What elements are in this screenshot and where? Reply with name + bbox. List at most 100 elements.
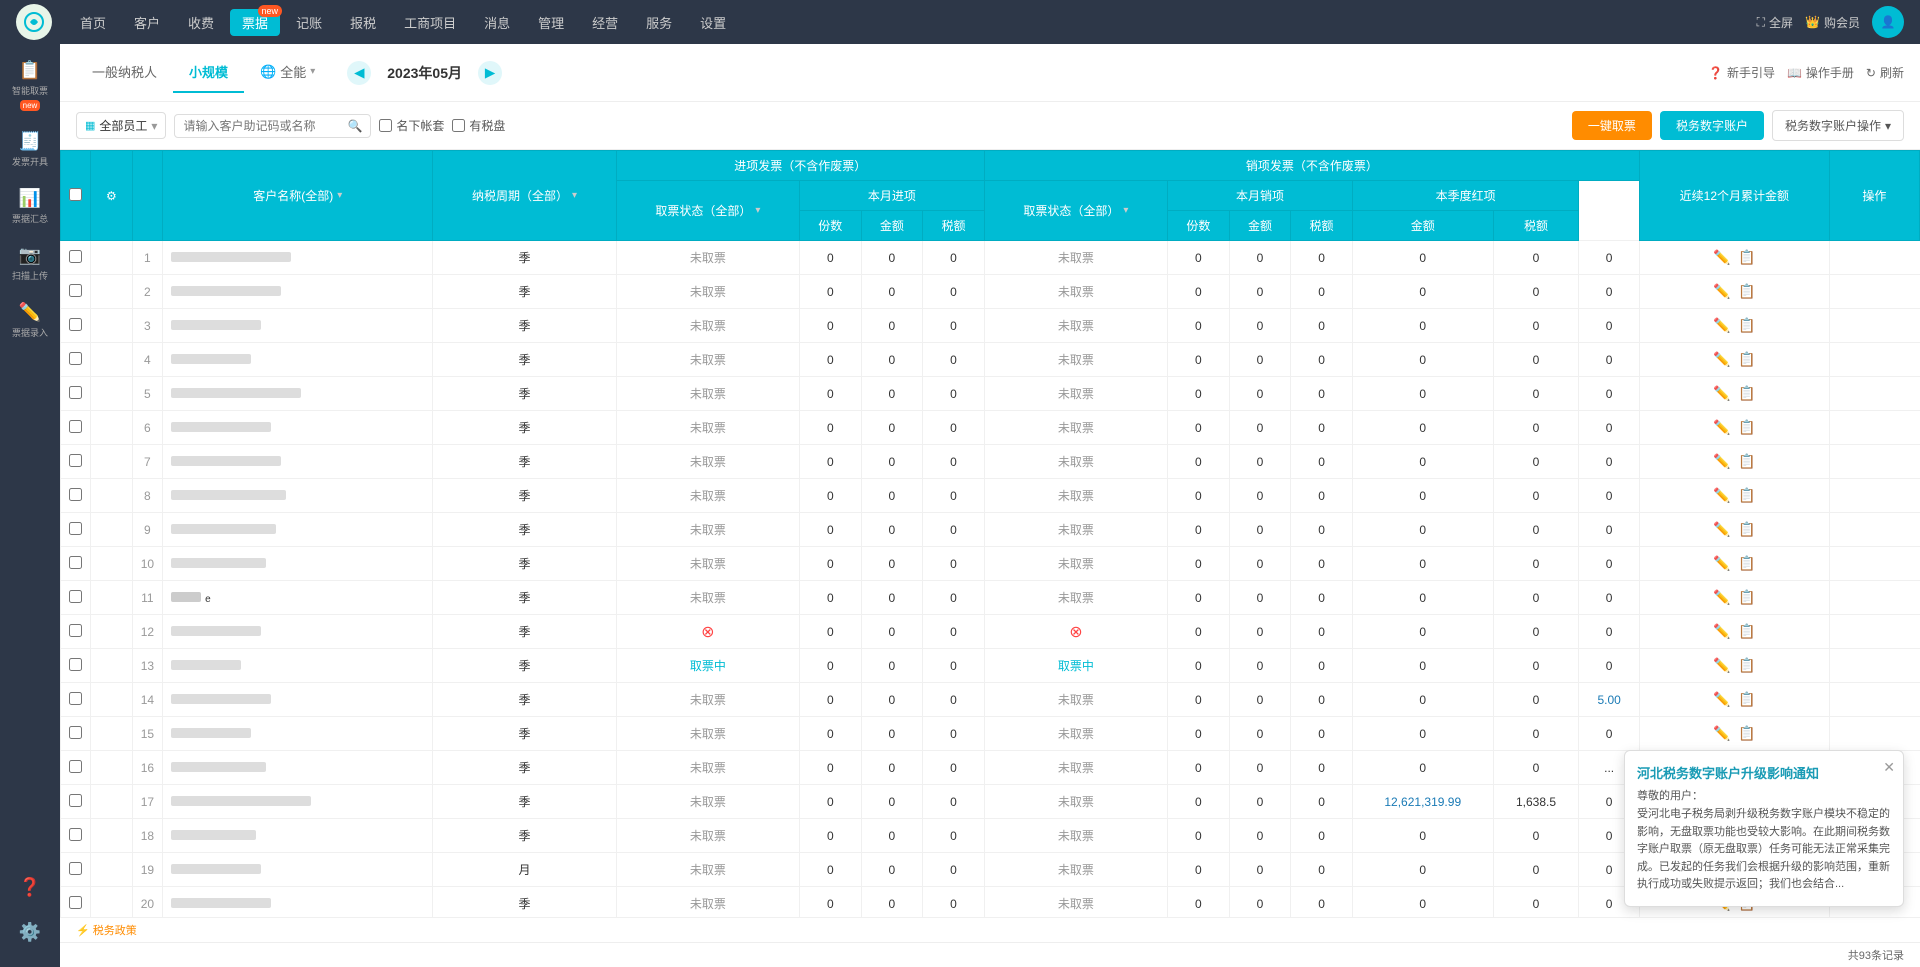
row-select[interactable]	[69, 760, 82, 773]
select-all-checkbox[interactable]	[69, 188, 82, 201]
nav-accounting[interactable]: 记账	[284, 9, 334, 36]
row-select[interactable]	[69, 522, 82, 535]
nav-client[interactable]: 客户	[122, 9, 172, 36]
row-copy-btn[interactable]: 📋	[1736, 383, 1757, 404]
row-customer-name[interactable]	[163, 343, 433, 377]
row-select[interactable]	[69, 896, 82, 909]
sidebar-item-smart-invoice[interactable]: 📋 智能取票 new	[2, 52, 58, 119]
tab-general-taxpayer[interactable]: 一般纳税人	[76, 52, 173, 93]
row-customer-name[interactable]	[163, 513, 433, 547]
row-edit-btn[interactable]: ✏️	[1711, 383, 1732, 404]
row-edit-btn[interactable]: ✏️	[1711, 281, 1732, 302]
row-copy-btn[interactable]: 📋	[1736, 689, 1757, 710]
filter-customer-icon[interactable]: ▾	[337, 190, 342, 201]
digital-account-btn[interactable]: 税务数字账户	[1660, 111, 1764, 140]
one-click-invoice-btn[interactable]: 一键取票	[1572, 111, 1652, 140]
nav-business[interactable]: 工商项目	[392, 9, 468, 36]
row-customer-name[interactable]	[163, 649, 433, 683]
filter-input-status-icon[interactable]: ▾	[755, 205, 760, 216]
row-edit-btn[interactable]: ✏️	[1711, 655, 1732, 676]
manual-link[interactable]: 📖 操作手册	[1787, 64, 1854, 81]
row-select[interactable]	[69, 284, 82, 297]
row-copy-btn[interactable]: 📋	[1736, 349, 1757, 370]
row-customer-name[interactable]	[163, 819, 433, 853]
row-edit-btn[interactable]: ✏️	[1711, 485, 1732, 506]
next-month-btn[interactable]: ▶	[478, 61, 502, 85]
row-edit-btn[interactable]: ✏️	[1711, 689, 1732, 710]
tab-all[interactable]: 🌐 全能 ▾	[244, 52, 331, 93]
search-input[interactable]	[183, 119, 343, 133]
row-customer-name[interactable]	[163, 887, 433, 918]
nav-message[interactable]: 消息	[472, 9, 522, 36]
sidebar-item-entry[interactable]: ✏️ 票据录入	[2, 294, 58, 347]
row-customer-name[interactable]	[163, 411, 433, 445]
nav-tax[interactable]: 报税	[338, 9, 388, 36]
nav-operation[interactable]: 经营	[580, 9, 630, 36]
row-select[interactable]	[69, 386, 82, 399]
row-select[interactable]	[69, 794, 82, 807]
row-customer-name[interactable]	[163, 241, 433, 275]
member-btn[interactable]: 👑 购会员	[1805, 14, 1860, 31]
row-edit-btn[interactable]: ✏️	[1711, 315, 1732, 336]
row-select[interactable]	[69, 726, 82, 739]
row-customer-name[interactable]: e	[163, 581, 433, 615]
row-copy-btn[interactable]: 📋	[1736, 553, 1757, 574]
fullscreen-btn[interactable]: ⛶ 全屏	[1757, 14, 1793, 31]
user-avatar[interactable]: 👤	[1872, 6, 1904, 38]
row-customer-name[interactable]	[163, 717, 433, 751]
filter-output-status-icon[interactable]: ▾	[1123, 205, 1128, 216]
row-copy-btn[interactable]: 📋	[1736, 281, 1757, 302]
employee-filter[interactable]: ▦ 全部员工 ▾	[76, 112, 166, 139]
row-edit-btn[interactable]: ✏️	[1711, 587, 1732, 608]
row-select[interactable]	[69, 828, 82, 841]
row-select[interactable]	[69, 692, 82, 705]
row-edit-btn[interactable]: ✏️	[1711, 247, 1732, 268]
filter-period-icon[interactable]: ▾	[572, 190, 577, 201]
row-customer-name[interactable]	[163, 479, 433, 513]
row-select[interactable]	[69, 658, 82, 671]
name-account-filter[interactable]: 名下帐套	[379, 117, 444, 134]
notification-close-btn[interactable]: ✕	[1883, 759, 1895, 776]
tax-policy-link[interactable]: ⚡ 税务政策	[60, 917, 1920, 942]
row-edit-btn[interactable]: ✏️	[1711, 553, 1732, 574]
row-select[interactable]	[69, 590, 82, 603]
sidebar-item-summary[interactable]: 📊 票据汇总	[2, 180, 58, 233]
row-copy-btn[interactable]: 📋	[1736, 519, 1757, 540]
nav-invoice[interactable]: 票据 new	[230, 9, 280, 36]
row-customer-name[interactable]	[163, 853, 433, 887]
row-customer-name[interactable]	[163, 615, 433, 649]
row-select[interactable]	[69, 420, 82, 433]
nav-manage[interactable]: 管理	[526, 9, 576, 36]
sidebar-item-help[interactable]: ❓	[2, 869, 58, 906]
refresh-link[interactable]: ↻ 刷新	[1866, 64, 1904, 81]
row-copy-btn[interactable]: 📋	[1736, 655, 1757, 676]
nav-service[interactable]: 服务	[634, 9, 684, 36]
row-select[interactable]	[69, 862, 82, 875]
digital-account-ops-btn[interactable]: 税务数字账户操作 ▾	[1772, 110, 1904, 141]
row-select[interactable]	[69, 624, 82, 637]
nav-billing[interactable]: 收费	[176, 9, 226, 36]
tax-plate-filter[interactable]: 有税盘	[452, 117, 505, 134]
row-copy-btn[interactable]: 📋	[1736, 247, 1757, 268]
prev-month-btn[interactable]: ◀	[347, 61, 371, 85]
row-copy-btn[interactable]: 📋	[1736, 417, 1757, 438]
row-customer-name[interactable]	[163, 547, 433, 581]
row-customer-name[interactable]	[163, 275, 433, 309]
row-customer-name[interactable]	[163, 751, 433, 785]
row-edit-btn[interactable]: ✏️	[1711, 451, 1732, 472]
sidebar-item-open-invoice[interactable]: 🧾 发票开具	[2, 123, 58, 176]
row-customer-name[interactable]	[163, 445, 433, 479]
row-copy-btn[interactable]: 📋	[1736, 485, 1757, 506]
row-edit-btn[interactable]: ✏️	[1711, 519, 1732, 540]
row-copy-btn[interactable]: 📋	[1736, 621, 1757, 642]
row-edit-btn[interactable]: ✏️	[1711, 417, 1732, 438]
nav-settings[interactable]: 设置	[688, 9, 738, 36]
search-icon[interactable]: 🔍	[347, 119, 362, 133]
row-select[interactable]	[69, 250, 82, 263]
row-select[interactable]	[69, 488, 82, 501]
row-customer-name[interactable]	[163, 377, 433, 411]
row-select[interactable]	[69, 556, 82, 569]
nav-home[interactable]: 首页	[68, 9, 118, 36]
row-customer-name[interactable]	[163, 683, 433, 717]
row-copy-btn[interactable]: 📋	[1736, 451, 1757, 472]
